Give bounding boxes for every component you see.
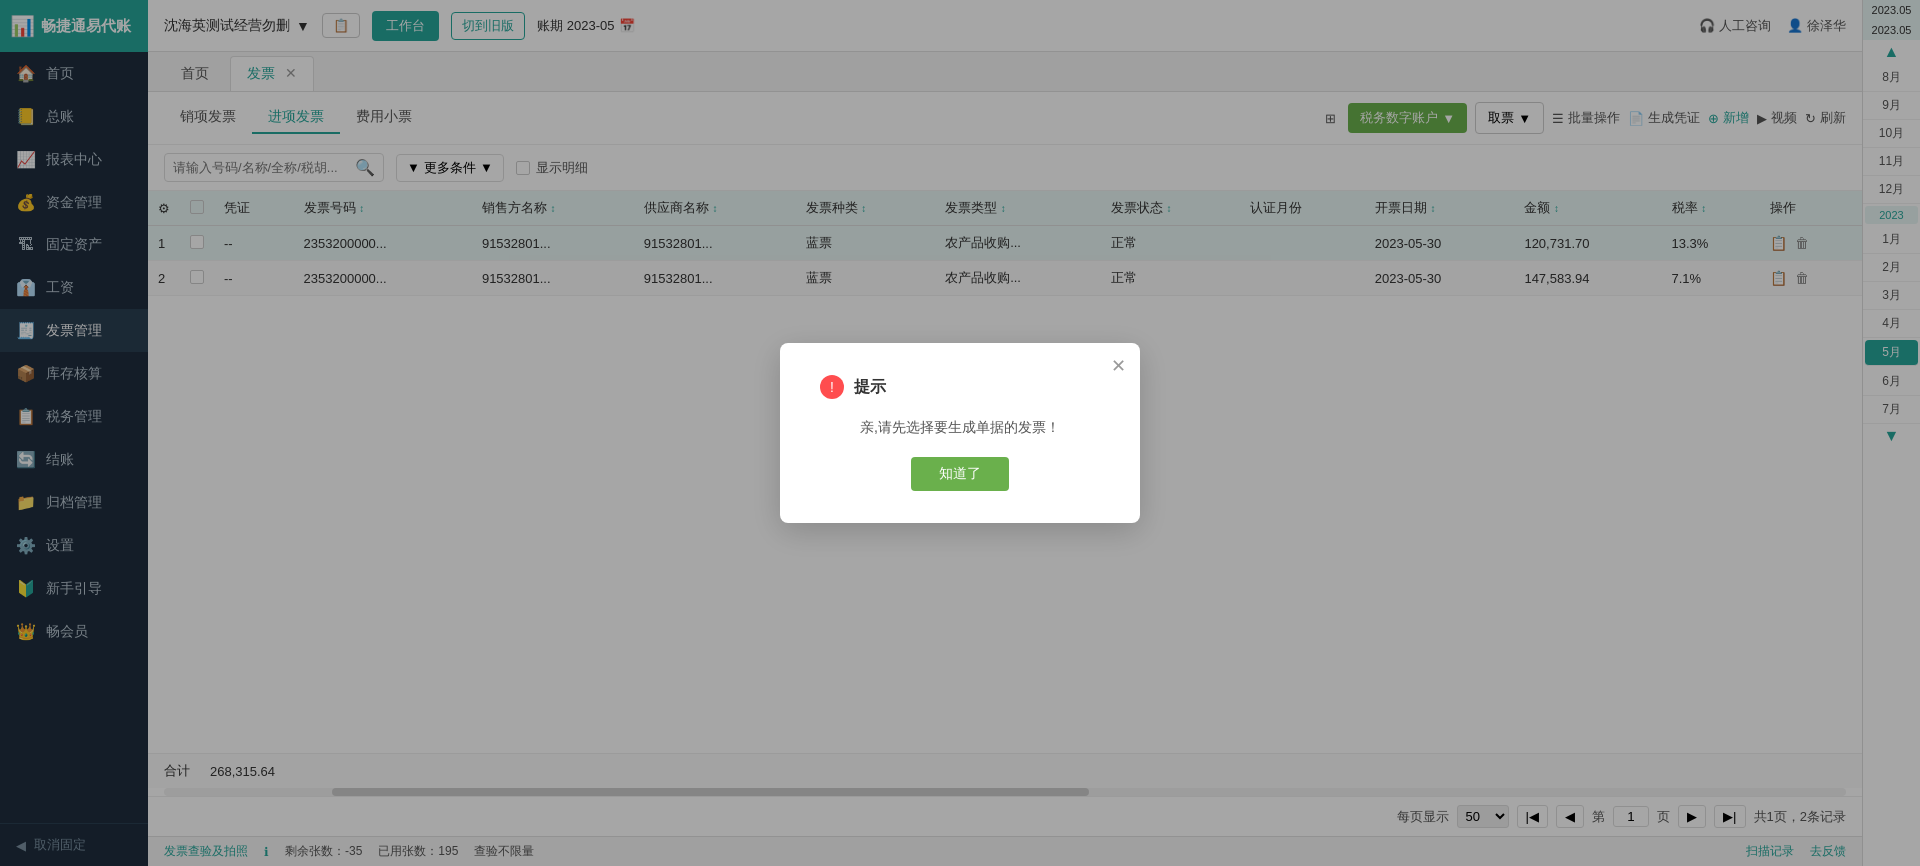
- dialog-title: 提示: [854, 377, 886, 398]
- dialog-message: 亲,请先选择要生成单据的发票！: [820, 419, 1100, 437]
- dialog-confirm-button[interactable]: 知道了: [911, 457, 1009, 491]
- dialog-header: ! 提示: [820, 375, 1100, 399]
- modal-overlay[interactable]: ✕ ! 提示 亲,请先选择要生成单据的发票！ 知道了: [0, 0, 1920, 866]
- dialog-close-button[interactable]: ✕: [1111, 355, 1126, 377]
- dialog: ✕ ! 提示 亲,请先选择要生成单据的发票！ 知道了: [780, 343, 1140, 523]
- warning-icon: !: [820, 375, 844, 399]
